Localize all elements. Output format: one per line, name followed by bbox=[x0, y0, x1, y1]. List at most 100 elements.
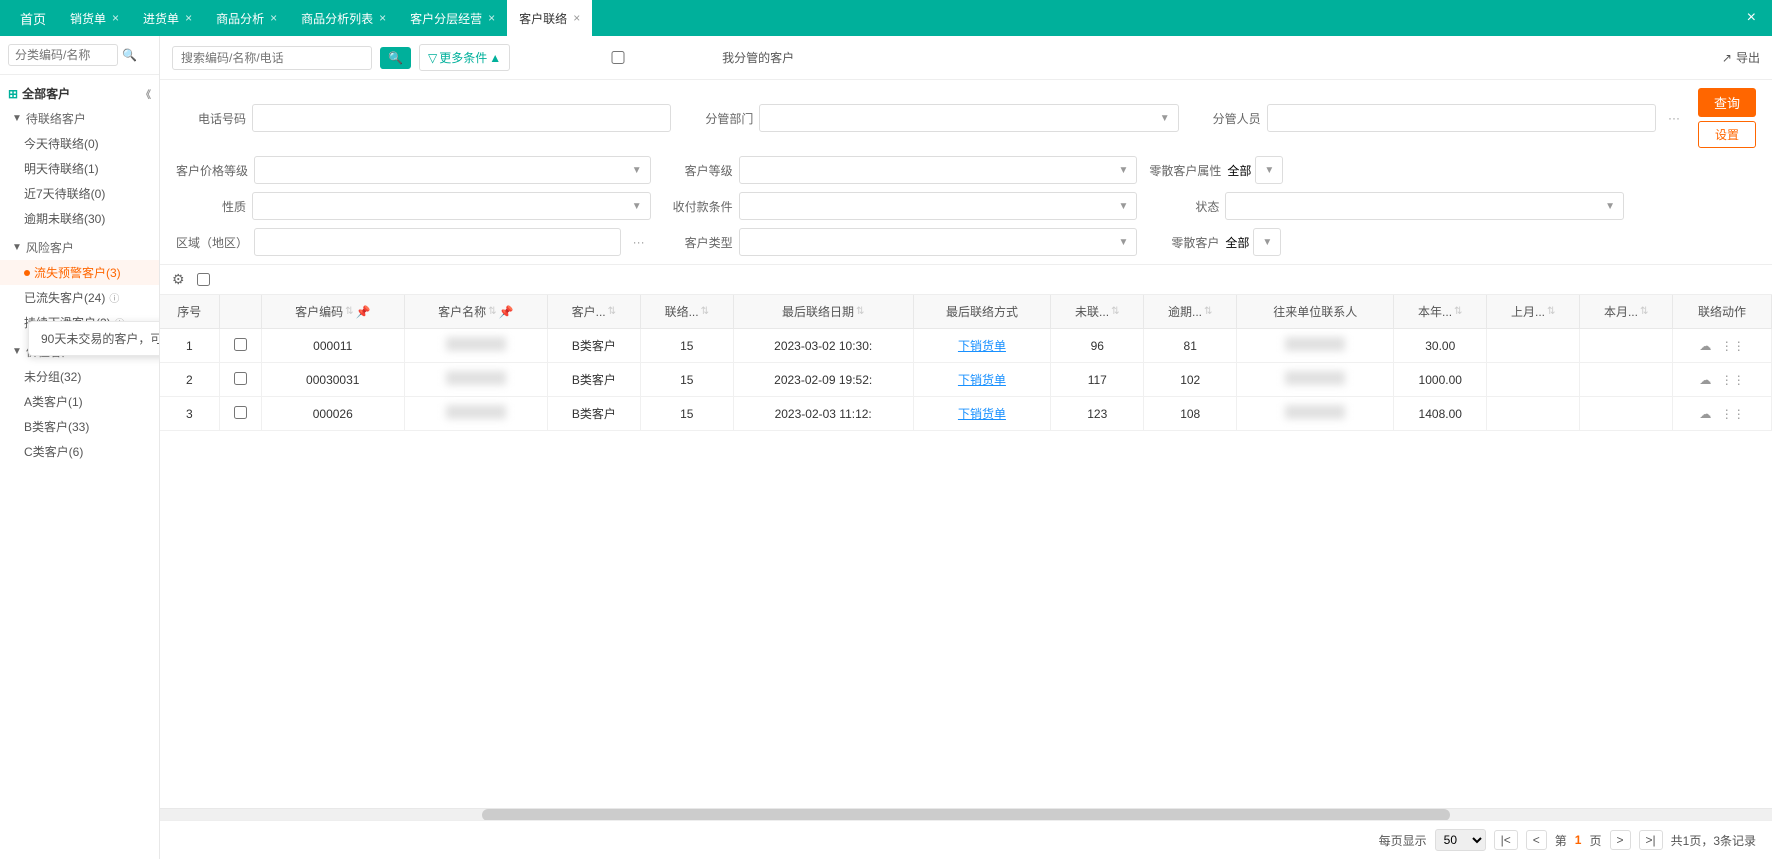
row-checkbox-2[interactable] bbox=[234, 372, 247, 385]
pin-icon-code[interactable]: 📌 bbox=[355, 305, 370, 319]
tab-product-list[interactable]: 商品分析列表 × bbox=[289, 0, 398, 36]
sidebar-group-pending-title[interactable]: ▼ 待联络客户 bbox=[0, 106, 159, 131]
th-index: 序号 bbox=[160, 295, 219, 329]
sidebar-item-class-c[interactable]: C类客户(6) bbox=[0, 439, 159, 464]
tab-sales[interactable]: 销货单 × bbox=[58, 0, 131, 36]
th-code[interactable]: 客户编码 ⇅ 📌 bbox=[261, 295, 404, 329]
filter-bar: 🔍 ▽ 更多条件 ▲ 我分管的客户 ↗ 导出 bbox=[160, 36, 1772, 80]
close-tab-product-list[interactable]: × bbox=[379, 11, 386, 25]
cell-date-1: 2023-03-02 10:30: bbox=[733, 329, 913, 363]
cell-check-1[interactable] bbox=[219, 329, 261, 363]
th-not-contacted[interactable]: 未联... ⇅ bbox=[1051, 295, 1144, 329]
sidebar-item-ungroup[interactable]: 未分组(32) bbox=[0, 364, 159, 389]
sidebar-search-input[interactable] bbox=[8, 44, 118, 66]
sidebar-item-today[interactable]: 今天待联络(0) bbox=[0, 131, 159, 156]
prev-page-button[interactable]: < bbox=[1526, 830, 1547, 850]
cell-method-3[interactable]: 下销货单 bbox=[913, 397, 1051, 431]
filter-phone-input[interactable] bbox=[252, 104, 671, 132]
query-button[interactable]: 查询 bbox=[1698, 88, 1756, 117]
filter-sparse-cust-select[interactable]: ▼ bbox=[1253, 228, 1281, 256]
filter-customer-type-select[interactable]: ▼ bbox=[739, 228, 1138, 256]
cell-check-2[interactable] bbox=[219, 363, 261, 397]
method-link-1[interactable]: 下销货单 bbox=[958, 339, 1006, 353]
th-this-month[interactable]: 本月... ⇅ bbox=[1580, 295, 1673, 329]
sidebar-all-customers[interactable]: ⊞ 全部客户 《 bbox=[0, 81, 159, 106]
th-overdue[interactable]: 逾期... ⇅ bbox=[1144, 295, 1237, 329]
sidebar-search-icon[interactable]: 🔍 bbox=[122, 48, 137, 62]
filter-price-level-select[interactable]: ▼ bbox=[254, 156, 651, 184]
filter-payment-select[interactable]: ▼ bbox=[739, 192, 1138, 220]
sidebar-item-churned[interactable]: 已流失客户(24) ⓘ bbox=[0, 285, 159, 310]
filter-status-select[interactable]: ▼ bbox=[1225, 192, 1624, 220]
area-ellipsis-btn[interactable]: ··· bbox=[627, 233, 651, 251]
filter-nature-label: 性质 bbox=[176, 198, 246, 215]
row-checkbox-1[interactable] bbox=[234, 338, 247, 351]
next-page-button[interactable]: > bbox=[1610, 830, 1631, 850]
cell-method-1[interactable]: 下销货单 bbox=[913, 329, 1051, 363]
filter-customer-level-select[interactable]: ▼ bbox=[739, 156, 1138, 184]
search-input[interactable] bbox=[172, 46, 372, 70]
th-contact-count[interactable]: 联络... ⇅ bbox=[640, 295, 733, 329]
cell-method-2[interactable]: 下销货单 bbox=[913, 363, 1051, 397]
per-page-select[interactable]: 50 100 200 bbox=[1435, 829, 1486, 851]
row-checkbox-3[interactable] bbox=[234, 406, 247, 419]
close-tab-sales[interactable]: × bbox=[112, 11, 119, 25]
action-icon-3b[interactable]: ⋮⋮ bbox=[1721, 407, 1745, 421]
filter-sparse-attr-select[interactable]: ▼ bbox=[1255, 156, 1283, 184]
close-tab-customer-layer[interactable]: × bbox=[488, 11, 495, 25]
action-icon-3a[interactable]: ☁ bbox=[1699, 407, 1711, 421]
th-customer-type[interactable]: 客户... ⇅ bbox=[547, 295, 640, 329]
action-icon-1a[interactable]: ☁ bbox=[1699, 339, 1711, 353]
th-last-month[interactable]: 上月... ⇅ bbox=[1487, 295, 1580, 329]
method-link-2[interactable]: 下销货单 bbox=[958, 373, 1006, 387]
filter-customer-level-label: 客户等级 bbox=[663, 162, 733, 179]
close-tab-purchase[interactable]: × bbox=[185, 11, 192, 25]
more-conditions-button[interactable]: ▽ 更多条件 ▲ bbox=[419, 44, 510, 71]
cell-lmonth-3 bbox=[1487, 397, 1580, 431]
filter-dept-select[interactable]: ▼ bbox=[759, 104, 1178, 132]
my-customers-check[interactable] bbox=[518, 51, 718, 64]
pin-icon-name[interactable]: 📌 bbox=[499, 305, 514, 319]
sidebar-item-class-b[interactable]: B类客户(33) bbox=[0, 414, 159, 439]
sidebar-item-tomorrow[interactable]: 明天待联络(1) bbox=[0, 156, 159, 181]
collapse-btn[interactable]: 《 bbox=[141, 86, 151, 101]
tab-customer-layer[interactable]: 客户分层经营 × bbox=[398, 0, 507, 36]
sidebar-item-churn-warning[interactable]: 流失预警客户(3) bbox=[0, 260, 159, 285]
tab-customer-contact[interactable]: 客户联络 × bbox=[507, 0, 592, 36]
method-link-3[interactable]: 下销货单 bbox=[958, 407, 1006, 421]
setting-button[interactable]: 设置 bbox=[1698, 121, 1756, 148]
first-page-button[interactable]: |< bbox=[1494, 830, 1518, 850]
cell-year-1: 30.00 bbox=[1394, 329, 1487, 363]
th-last-date[interactable]: 最后联络日期 ⇅ bbox=[733, 295, 913, 329]
sidebar-body: ⊞ 全部客户 《 ▼ 待联络客户 今天待联络(0) 明天待联络(1) 近7天待联… bbox=[0, 75, 159, 859]
sidebar-group-risk-title[interactable]: ▼ 风险客户 bbox=[0, 235, 159, 260]
th-name[interactable]: 客户名称 ⇅ 📌 bbox=[404, 295, 547, 329]
home-tab[interactable]: 首页 bbox=[8, 0, 58, 36]
filter-manager-input[interactable] bbox=[1267, 104, 1656, 132]
tab-purchase[interactable]: 进货单 × bbox=[131, 0, 204, 36]
export-button[interactable]: ↗ 导出 bbox=[1722, 49, 1760, 66]
table-gear-button[interactable]: ⚙ bbox=[172, 271, 185, 288]
filter-nature-select[interactable]: ▼ bbox=[252, 192, 651, 220]
search-button[interactable]: 🔍 bbox=[380, 47, 411, 69]
close-tab-customer-contact[interactable]: × bbox=[573, 11, 580, 25]
action-icon-1b[interactable]: ⋮⋮ bbox=[1721, 339, 1745, 353]
select-all-checkbox[interactable] bbox=[197, 273, 210, 286]
cell-check-3[interactable] bbox=[219, 397, 261, 431]
filter-area-input[interactable] bbox=[254, 228, 621, 256]
sidebar-item-class-a[interactable]: A类客户(1) bbox=[0, 389, 159, 414]
manager-ellipsis-btn[interactable]: ··· bbox=[1662, 109, 1686, 127]
window-close-button[interactable]: × bbox=[1739, 9, 1764, 27]
cell-name-3 bbox=[404, 397, 547, 431]
action-icon-2a[interactable]: ☁ bbox=[1699, 373, 1711, 387]
close-tab-product-analysis[interactable]: × bbox=[270, 11, 277, 25]
last-page-button[interactable]: >| bbox=[1639, 830, 1663, 850]
tab-product-analysis[interactable]: 商品分析 × bbox=[204, 0, 289, 36]
blurred-person-1 bbox=[1285, 337, 1345, 351]
sidebar-item-7days[interactable]: 近7天待联络(0) bbox=[0, 181, 159, 206]
action-icon-2b[interactable]: ⋮⋮ bbox=[1721, 373, 1745, 387]
horizontal-scrollbar[interactable] bbox=[160, 808, 1772, 820]
th-this-year[interactable]: 本年... ⇅ bbox=[1394, 295, 1487, 329]
my-customers-checkbox[interactable]: 我分管的客户 bbox=[518, 49, 794, 66]
sidebar-item-overdue[interactable]: 逾期未联络(30) bbox=[0, 206, 159, 231]
